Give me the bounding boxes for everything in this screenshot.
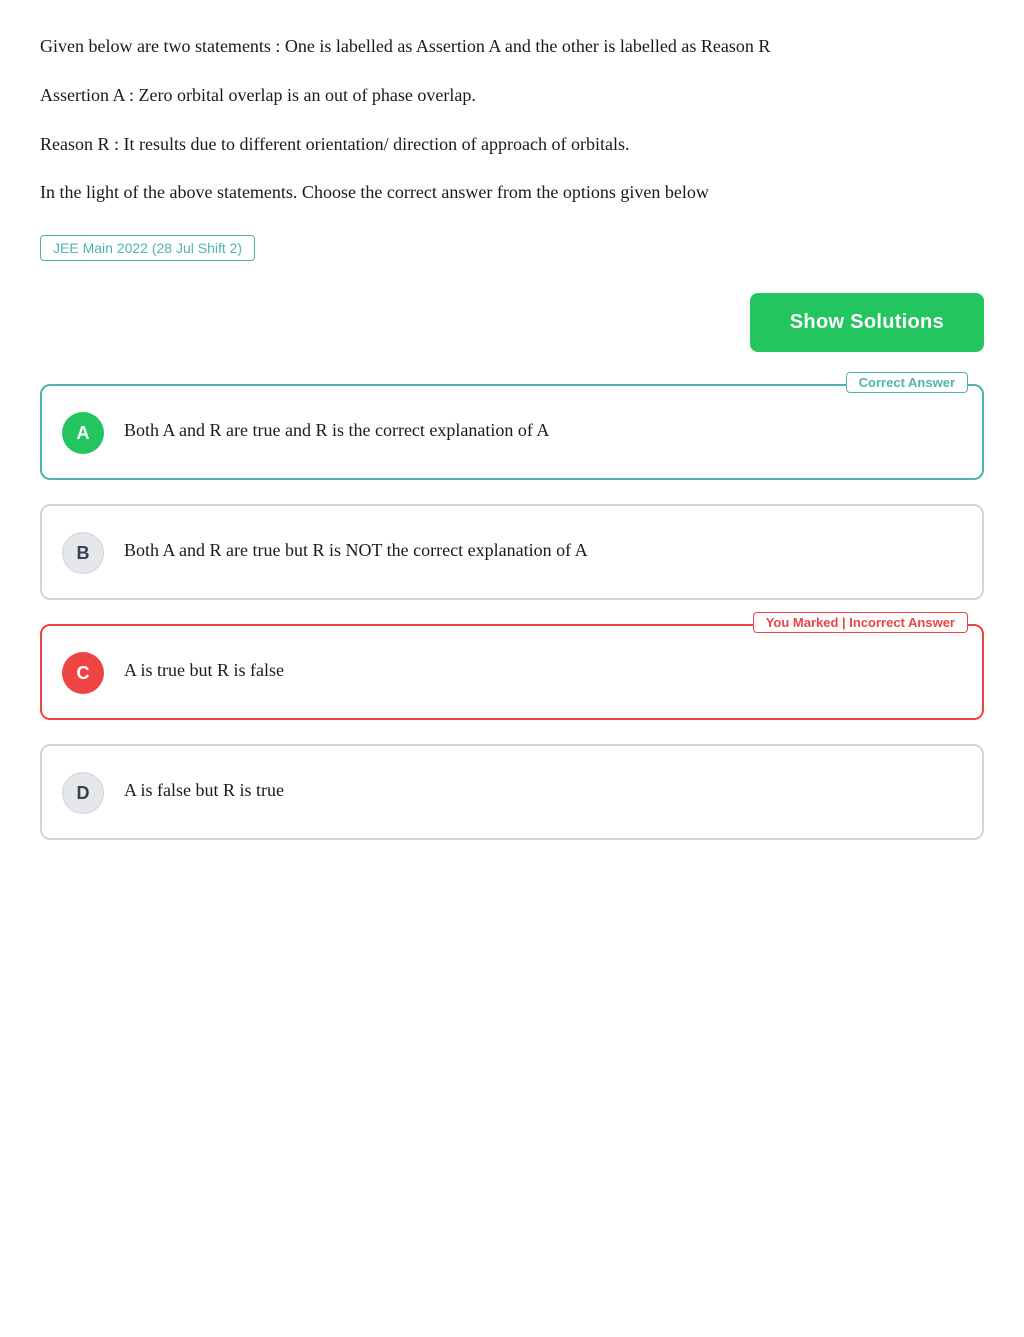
option-wrapper-b: B Both A and R are true but R is NOT the…	[40, 504, 984, 600]
show-solutions-wrapper: Show Solutions	[40, 293, 984, 352]
option-circle-d: D	[62, 772, 104, 814]
option-circle-c: C	[62, 652, 104, 694]
option-circle-b: B	[62, 532, 104, 574]
question-section: Given below are two statements : One is …	[40, 32, 984, 293]
incorrect-answer-badge: You Marked | Incorrect Answer	[753, 612, 968, 633]
option-card-a[interactable]: A Both A and R are true and R is the cor…	[40, 384, 984, 480]
option-text-a: Both A and R are true and R is the corre…	[124, 410, 549, 445]
exam-tag: JEE Main 2022 (28 Jul Shift 2)	[40, 235, 255, 261]
intro-text: Given below are two statements : One is …	[40, 32, 984, 61]
option-circle-a: A	[62, 412, 104, 454]
correct-answer-badge: Correct Answer	[846, 372, 968, 393]
reason-text: Reason R : It results due to different o…	[40, 130, 984, 159]
assertion-text: Assertion A : Zero orbital overlap is an…	[40, 81, 984, 110]
option-text-b: Both A and R are true but R is NOT the c…	[124, 530, 588, 565]
option-card-b[interactable]: B Both A and R are true but R is NOT the…	[40, 504, 984, 600]
instruction-text: In the light of the above statements. Ch…	[40, 178, 984, 207]
option-wrapper-c: You Marked | Incorrect Answer C A is tru…	[40, 624, 984, 720]
option-text-c: A is true but R is false	[124, 650, 284, 685]
option-card-d[interactable]: D A is false but R is true	[40, 744, 984, 840]
option-wrapper-d: D A is false but R is true	[40, 744, 984, 840]
options-list: Correct Answer A Both A and R are true a…	[40, 384, 984, 840]
show-solutions-button[interactable]: Show Solutions	[750, 293, 984, 352]
option-wrapper-a: Correct Answer A Both A and R are true a…	[40, 384, 984, 480]
option-text-d: A is false but R is true	[124, 770, 284, 805]
option-card-c[interactable]: C A is true but R is false	[40, 624, 984, 720]
